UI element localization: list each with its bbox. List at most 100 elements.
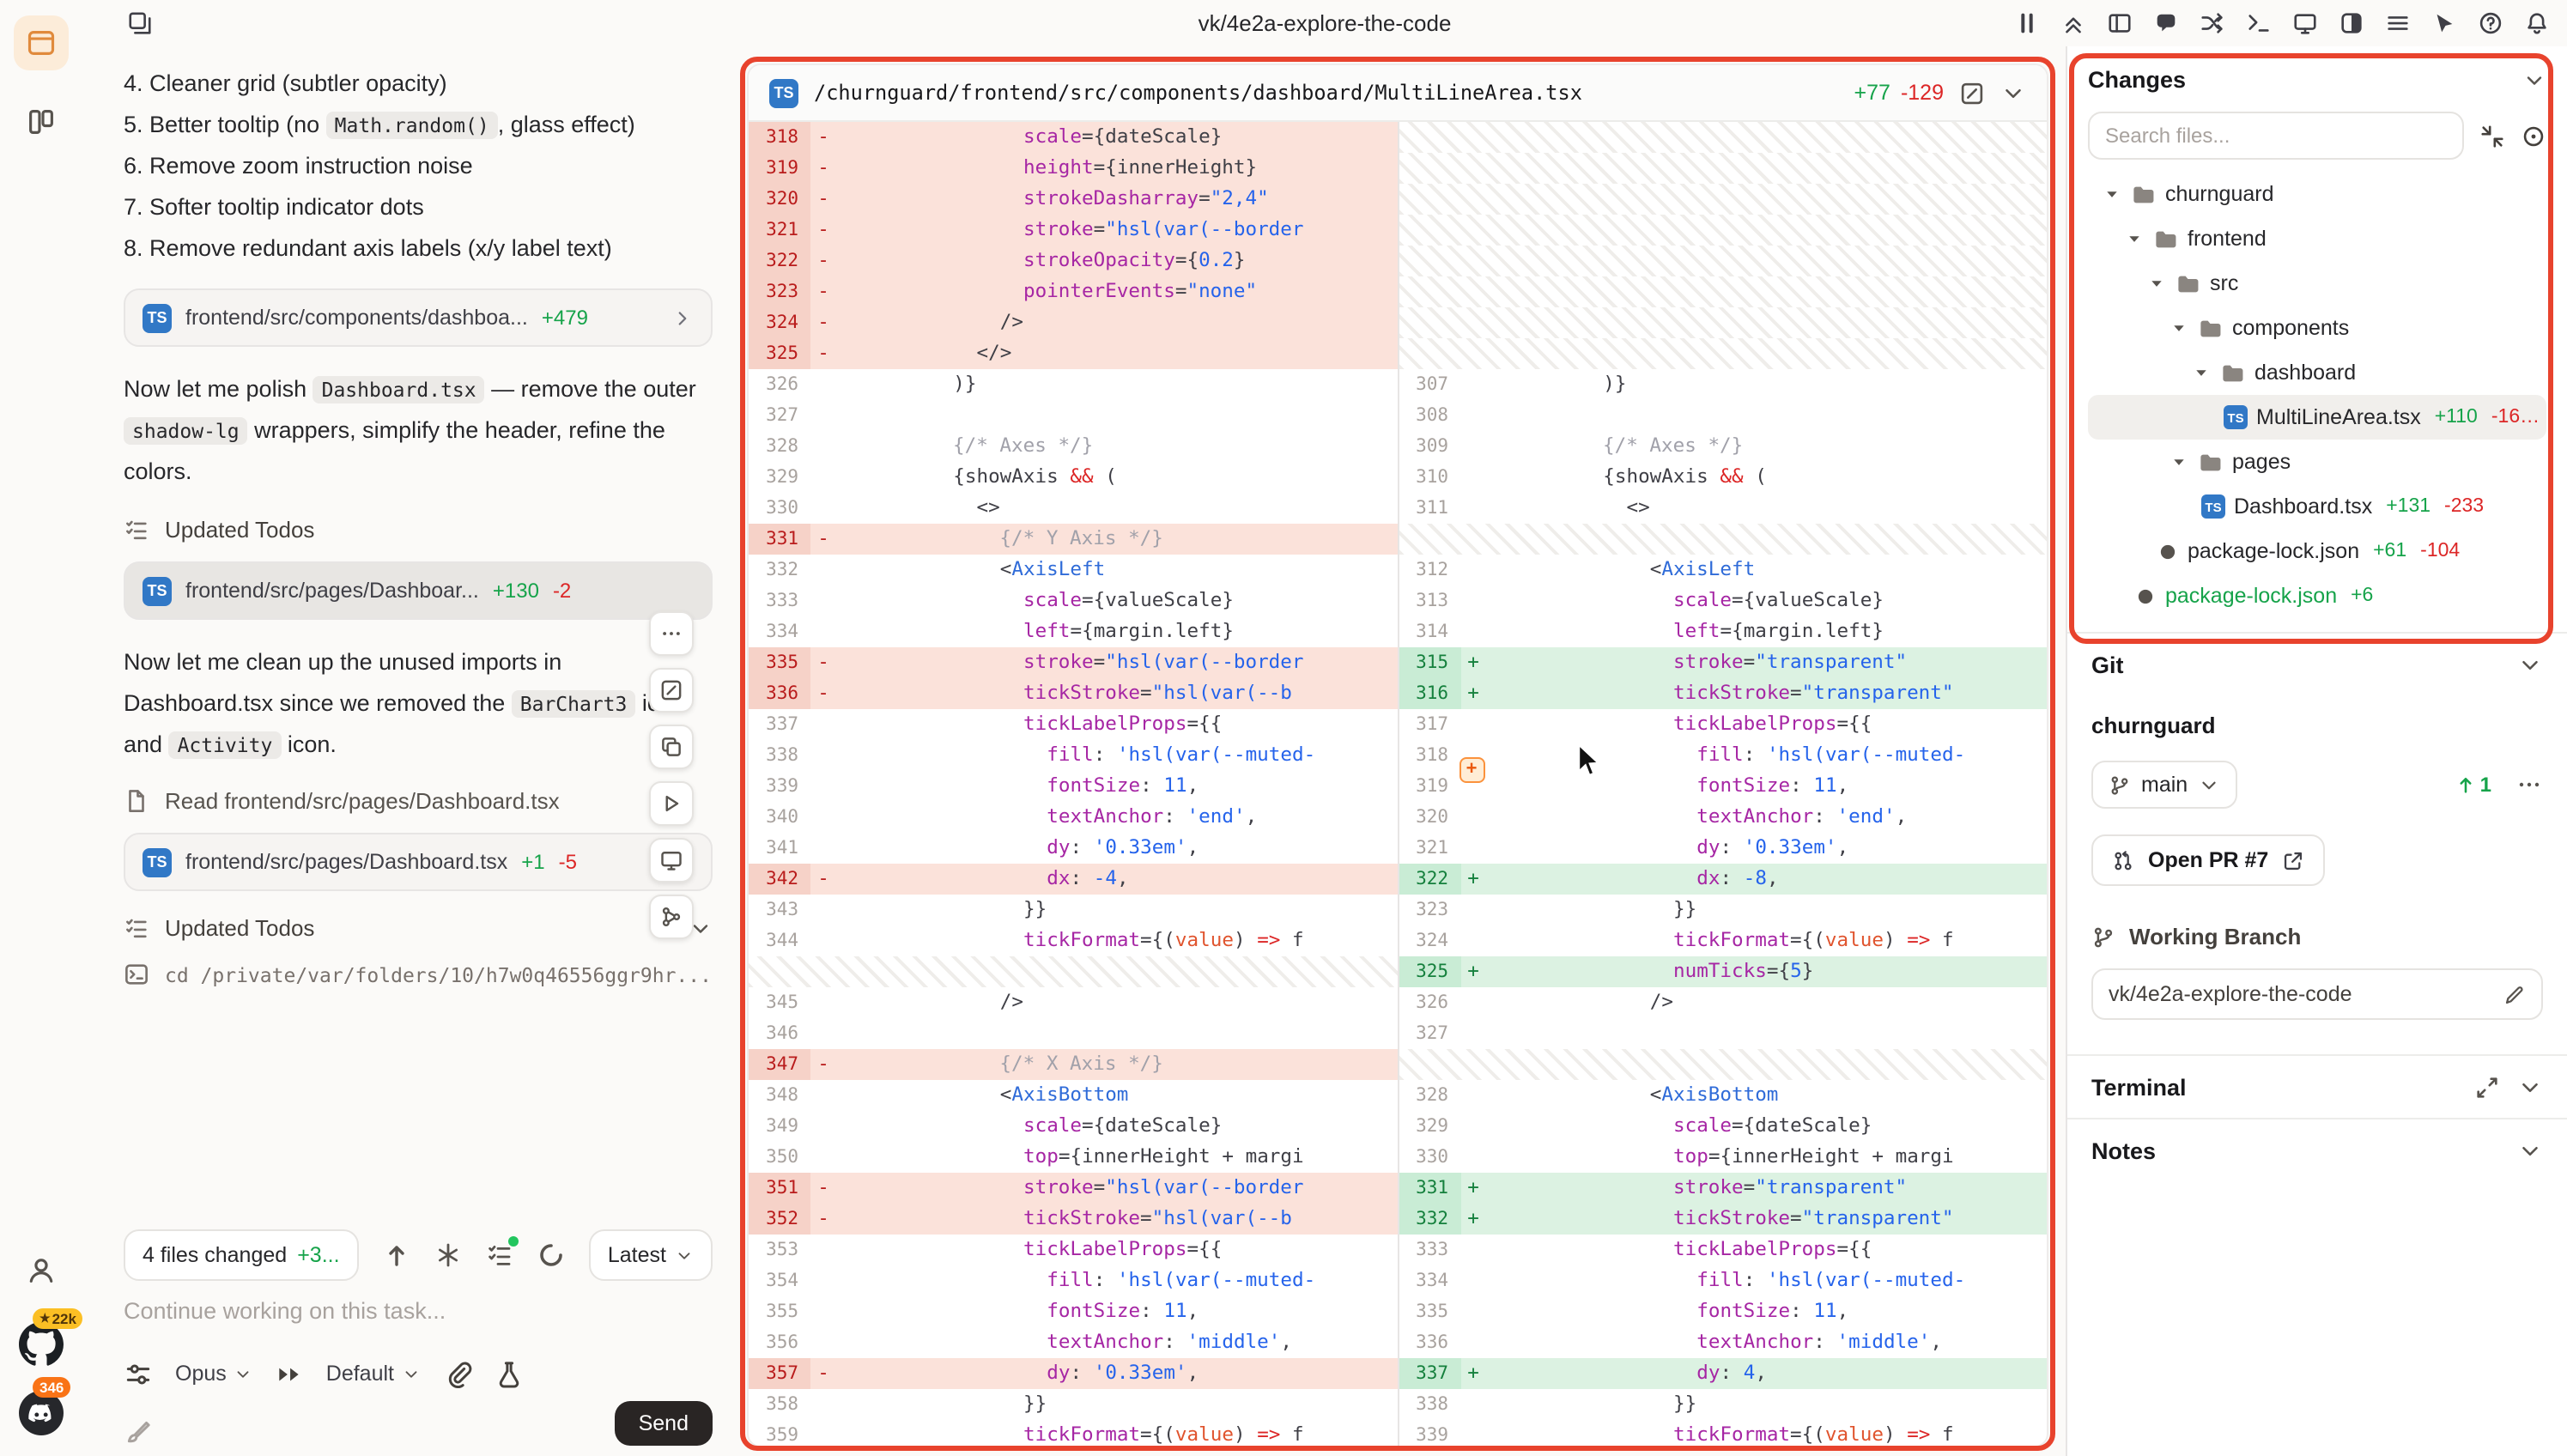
kanban-icon	[26, 106, 57, 137]
pointer-icon[interactable]	[2431, 10, 2457, 36]
file-read-row[interactable]: Read frontend/src/pages/Dashboard.tsx	[124, 788, 713, 814]
copy-button[interactable]	[649, 725, 694, 769]
collapse-all-icon[interactable]	[2479, 123, 2505, 149]
diff-sign: -	[810, 122, 836, 153]
updated-todos-row[interactable]: Updated Todos	[124, 915, 713, 941]
tree-item-label: src	[2210, 271, 2238, 295]
mode-selector[interactable]: Default	[326, 1362, 420, 1386]
arrow-up-icon[interactable]	[383, 1241, 410, 1269]
board-view-button[interactable]	[14, 94, 69, 149]
diff-del-line: 322- strokeOpacity={0.2}	[749, 246, 1399, 276]
edit-box-button[interactable]	[649, 668, 694, 713]
tree-file-multilinearea-tsx[interactable]: TSMultiLineArea.tsx+110-16…	[2088, 395, 2546, 440]
search-files-input[interactable]	[2088, 112, 2464, 160]
diff-row: 326 )}307 )}	[749, 369, 2047, 400]
layout-panels-icon[interactable]	[127, 10, 153, 36]
expand-icon[interactable]	[2474, 1074, 2500, 1100]
tree-folder-frontend[interactable]: frontend	[2088, 216, 2546, 261]
monitor-button[interactable]	[649, 838, 694, 883]
attach-button[interactable]	[442, 1359, 471, 1388]
chevron-down-icon[interactable]	[2517, 1138, 2543, 1163]
line-number: 330	[749, 493, 810, 524]
line-number: 307	[1399, 369, 1460, 400]
tune-button[interactable]	[124, 1359, 153, 1388]
open-pr-button[interactable]: Open PR #7	[2091, 834, 2325, 886]
chat-transcript[interactable]: 4. Cleaner grid (subtler opacity)5. Bett…	[82, 46, 740, 1219]
tree-file-package-lock-json[interactable]: package-lock.json+6	[2088, 573, 2546, 618]
tree-file-package-lock-json[interactable]: package-lock.json+61-104	[2088, 529, 2546, 573]
ellipsis-button[interactable]	[649, 611, 694, 656]
git-graph-button[interactable]	[649, 895, 694, 939]
working-branch-input[interactable]	[2109, 982, 2493, 1006]
contrast-icon[interactable]	[2339, 10, 2364, 36]
file-diff-chip[interactable]: TSfrontend/src/pages/Dashboard.tsx+1-5	[124, 833, 713, 891]
add-comment-button[interactable]: +	[1459, 757, 1484, 783]
discord-link[interactable]: 346	[19, 1391, 64, 1435]
code-line: scale={valueScale}	[1486, 585, 2047, 616]
tree-folder-churnguard[interactable]: churnguard	[2088, 172, 2546, 216]
file-diff-chip[interactable]: TSfrontend/src/components/dashboa...+479	[124, 288, 713, 347]
terminal-command-row[interactable]: cd /private/var/folders/10/h7w0q46556ggr…	[124, 962, 713, 987]
git-section-header[interactable]: Git	[2067, 632, 2567, 695]
chevron-down-icon[interactable]	[2517, 1074, 2543, 1100]
pull-request-icon	[2112, 849, 2134, 871]
files-changed-chip[interactable]: 4 files changed +3...	[124, 1229, 359, 1281]
composer-input[interactable]	[124, 1281, 713, 1336]
code-line: <>	[1486, 493, 2047, 524]
play-button[interactable]	[649, 781, 694, 826]
tree-item-label: Dashboard.tsx	[2234, 494, 2372, 519]
line-number: 334	[1399, 1265, 1460, 1296]
bell-icon[interactable]	[2524, 10, 2550, 36]
tree-folder-src[interactable]: src	[2088, 261, 2546, 306]
send-button[interactable]: Send	[615, 1401, 713, 1446]
todos-status-icon[interactable]	[486, 1241, 513, 1269]
ts-file-icon: TS	[143, 303, 172, 332]
diff-rows[interactable]: 318- scale={dateScale}319- height={inner…	[749, 122, 2047, 1446]
diff-empty-cell	[1399, 338, 2047, 369]
todos-icon	[486, 1241, 513, 1269]
spark-icon[interactable]	[434, 1241, 462, 1269]
git-more-button[interactable]	[2515, 771, 2543, 798]
latest-dropdown[interactable]: Latest	[589, 1229, 713, 1281]
terminal-glyph-icon[interactable]	[2246, 10, 2272, 36]
diff-sign: -	[810, 215, 836, 246]
auto-reveal-icon[interactable]	[2521, 123, 2546, 149]
chevrons-up-icon[interactable]	[2060, 10, 2086, 36]
spinner-icon[interactable]	[537, 1241, 565, 1269]
panel-left-icon[interactable]	[2107, 10, 2133, 36]
line-number: 347	[749, 1049, 810, 1080]
bubble-icon[interactable]	[2153, 10, 2179, 36]
notes-section-header[interactable]: Notes	[2067, 1118, 2567, 1181]
line-number: 322	[749, 246, 810, 276]
terminal-section-header[interactable]: Terminal	[2067, 1054, 2567, 1118]
account-button[interactable]	[14, 1243, 69, 1298]
pause-icon[interactable]	[2014, 10, 2040, 36]
app-home-button[interactable]	[14, 15, 69, 70]
tree-folder-dashboard[interactable]: dashboard	[2088, 350, 2546, 395]
json-file-icon	[2157, 540, 2179, 562]
code-line: textAnchor: 'middle',	[836, 1327, 1397, 1358]
tree-file-dashboard-tsx[interactable]: TSDashboard.tsx+131-233	[2088, 484, 2546, 529]
model-selector[interactable]: Opus	[175, 1362, 252, 1386]
line-number: 320	[1399, 802, 1460, 833]
git-title: Git	[2091, 652, 2124, 677]
experiment-button[interactable]	[494, 1359, 523, 1388]
branch-selector[interactable]: main	[2091, 761, 2237, 809]
menu-icon[interactable]	[2385, 10, 2411, 36]
github-link[interactable]: ★22k	[19, 1322, 64, 1367]
monitor-icon[interactable]	[2292, 10, 2318, 36]
fast-forward-button[interactable]	[275, 1359, 304, 1388]
shuffle-icon[interactable]	[2200, 10, 2225, 36]
chevron-down-icon[interactable]	[2522, 68, 2546, 92]
help-icon[interactable]	[2478, 10, 2503, 36]
file-diff-chip[interactable]: TSfrontend/src/pages/Dashboar...+130-2	[124, 561, 713, 620]
tree-folder-pages[interactable]: pages	[2088, 440, 2546, 484]
assistant-text: Now let me polish Dashboard.tsx — remove…	[124, 369, 713, 493]
collapse-diff-icon[interactable]	[2000, 80, 2026, 106]
tree-folder-components[interactable]: components	[2088, 306, 2546, 350]
updated-todos-row[interactable]: Updated Todos	[124, 517, 713, 543]
diff-sign: -	[810, 276, 836, 307]
draw-button[interactable]	[124, 1417, 153, 1446]
diff-view-toggle-icon[interactable]	[1959, 80, 1985, 106]
pencil-icon[interactable]	[2503, 983, 2526, 1005]
